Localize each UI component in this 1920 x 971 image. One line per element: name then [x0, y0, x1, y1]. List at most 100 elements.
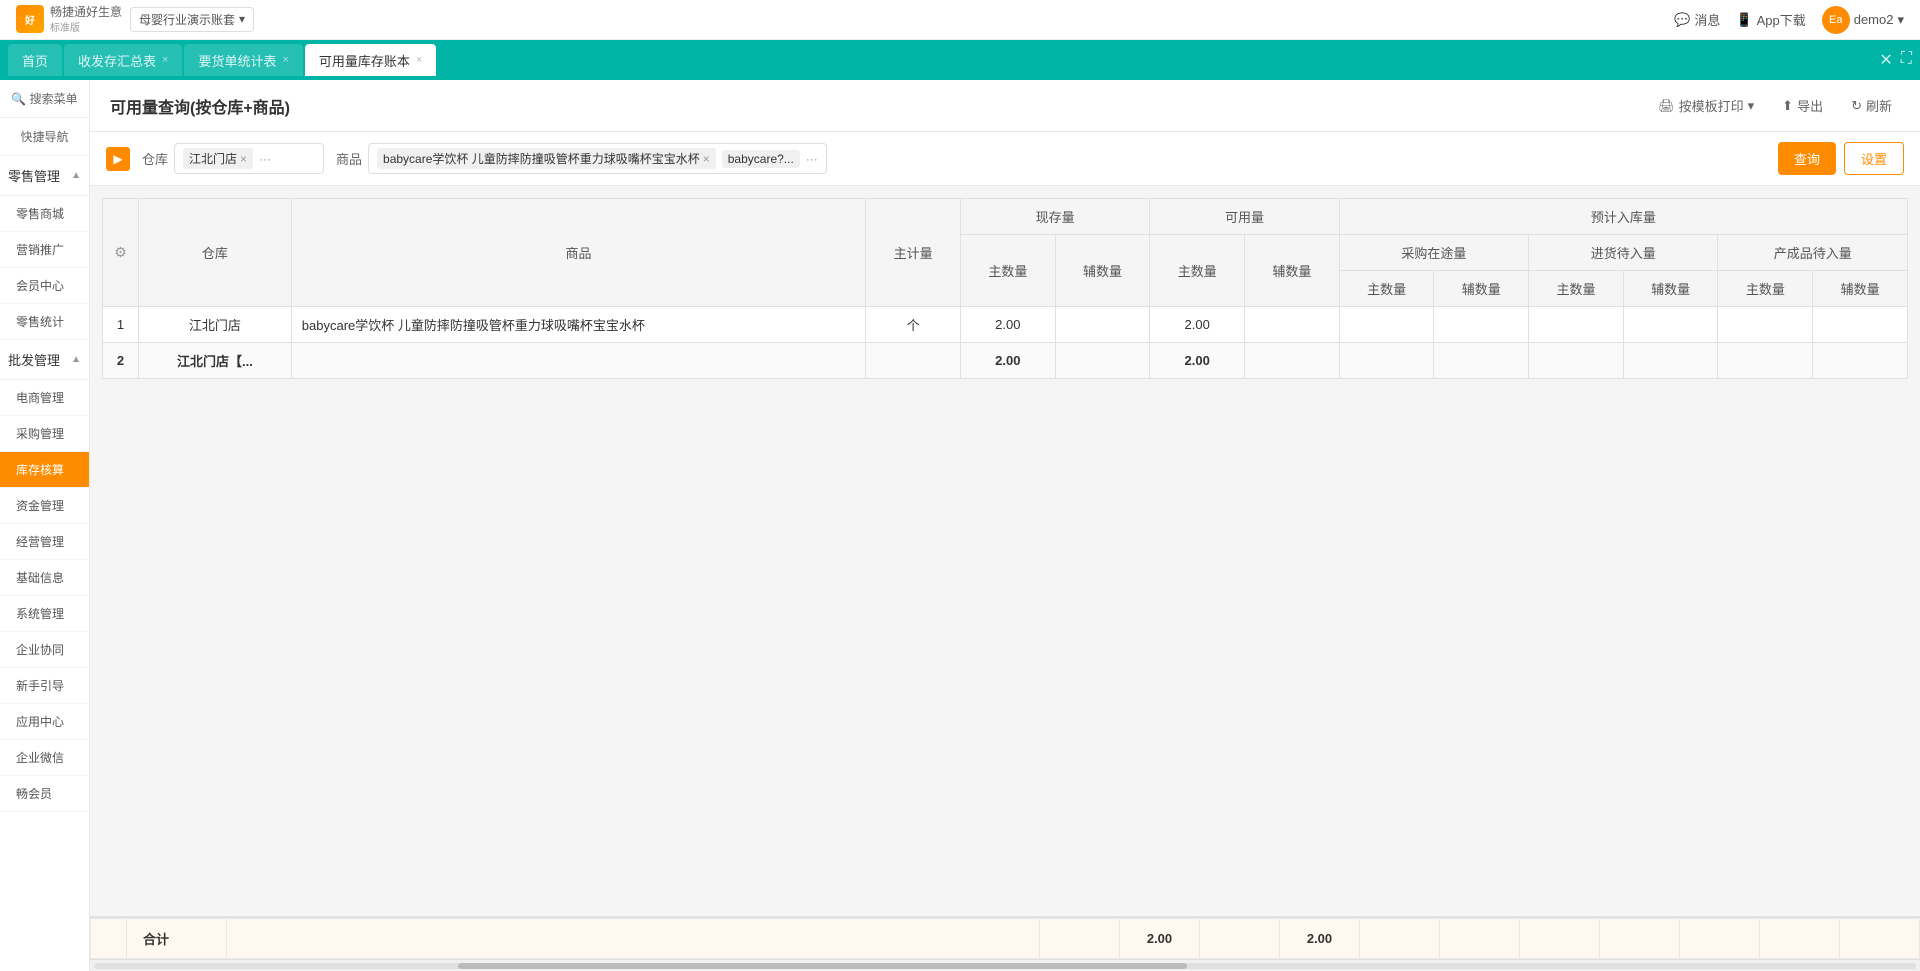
- main-layout: 🔍 搜索菜单 快捷导航 零售管理 ▲ 零售商城 营销推广 会员中心 零售统计 批…: [0, 80, 1920, 971]
- settings-btn[interactable]: 设置: [1844, 142, 1904, 175]
- th-forecast-group: 预计入库量: [1339, 199, 1907, 235]
- product-tag-2: babycare?...: [722, 150, 800, 168]
- product-input[interactable]: babycare学饮杯 儿童防摔防撞吸管杯重力球吸嘴杯宝宝水杯 × babyca…: [368, 143, 827, 174]
- sidebar-item-inventory[interactable]: 库存核算: [0, 452, 89, 488]
- close-icon[interactable]: ×: [162, 54, 168, 66]
- close-icon[interactable]: ×: [282, 54, 288, 66]
- user-menu[interactable]: Ea demo2 ▾: [1822, 6, 1904, 34]
- footer-cell-empty10: [1760, 919, 1840, 959]
- refresh-btn[interactable]: ↻ 刷新: [1843, 92, 1900, 119]
- footer-table: 合计 2.00 2.00: [90, 918, 1920, 959]
- sidebar-section-wholesale-header[interactable]: 批发管理 ▲: [0, 340, 89, 380]
- sidebar-section-wholesale-label: 批发管理: [8, 350, 60, 369]
- th-inc-main: 主数量: [1529, 271, 1624, 307]
- th-available-group: 可用量: [1150, 199, 1339, 235]
- sidebar-item-ecommerce[interactable]: 电商管理: [0, 380, 89, 416]
- sidebar-item-operations[interactable]: 经营管理: [0, 524, 89, 560]
- tab-available-label: 可用量库存账本: [319, 51, 410, 70]
- cell-inc-aux: [1623, 307, 1718, 343]
- sidebar-item-basic-info[interactable]: 基础信息: [0, 560, 89, 596]
- product1-remove-btn[interactable]: ×: [703, 152, 710, 166]
- warehouse-remove-btn[interactable]: ×: [240, 152, 247, 166]
- footer-cell-empty2: [227, 919, 1040, 959]
- th-warehouse: 仓库: [139, 199, 292, 307]
- sidebar-item-finance[interactable]: 资金管理: [0, 488, 89, 524]
- cell-product: babycare学饮杯 儿童防摔防撞吸管杯重力球吸嘴杯宝宝水杯: [291, 307, 866, 343]
- sidebar-section-retail-header[interactable]: 零售管理 ▲: [0, 156, 89, 196]
- cell-proc-main: [1339, 307, 1434, 343]
- industry-select[interactable]: 母婴行业演示账套 ▾: [130, 7, 254, 32]
- filter-expand-btn[interactable]: ▶: [106, 147, 130, 171]
- table-footer: 合计 2.00 2.00: [90, 916, 1920, 959]
- cell-product: [291, 343, 866, 379]
- tab-home[interactable]: 首页: [8, 44, 62, 76]
- footer-stock-total: 2.00: [1120, 919, 1200, 959]
- warehouse-label: 仓库: [142, 149, 168, 168]
- footer-cell-empty7: [1520, 919, 1600, 959]
- logo-text: 畅捷通好生意: [50, 5, 122, 19]
- product-more[interactable]: ···: [806, 152, 818, 166]
- close-icon[interactable]: ×: [416, 54, 422, 66]
- th-prod-main: 主数量: [1718, 271, 1813, 307]
- sidebar-item-system[interactable]: 系统管理: [0, 596, 89, 632]
- sidebar-item-members[interactable]: 会员中心: [0, 268, 89, 304]
- nav-tabs: 首页 收发存汇总表 × 要货单统计表 × 可用量库存账本 × ✕ ⛶: [0, 40, 1920, 80]
- chevron-down-icon: ▾: [1897, 12, 1904, 28]
- close-window-icon[interactable]: ✕: [1879, 50, 1892, 70]
- th-incoming-group: 进货待入量: [1529, 235, 1718, 271]
- page-title: 可用量查询(按仓库+商品): [110, 94, 290, 118]
- cell-stock-aux: [1055, 343, 1150, 379]
- cell-avail-main: 2.00: [1150, 343, 1245, 379]
- print-btn[interactable]: 🖨 按模板打印 ▾: [1650, 92, 1762, 119]
- footer-cell-empty9: [1680, 919, 1760, 959]
- cell-prod-main: [1718, 343, 1813, 379]
- sidebar-item-retail-stats[interactable]: 零售统计: [0, 304, 89, 340]
- cell-avail-aux: [1245, 343, 1340, 379]
- refresh-icon: ↻: [1851, 98, 1862, 114]
- logo-text-block: 畅捷通好生意 标准版: [50, 5, 122, 34]
- message-icon: 💬: [1674, 12, 1690, 28]
- cell-stock-aux: [1055, 307, 1150, 343]
- warehouse-tag: 江北门店 ×: [183, 148, 253, 169]
- sidebar-item-purchase[interactable]: 采购管理: [0, 416, 89, 452]
- content-area: 可用量查询(按仓库+商品) 🖨 按模板打印 ▾ ⬆ 导出 ↻ 刷新 ▶: [90, 80, 1920, 971]
- sidebar-item-vip[interactable]: 畅会员: [0, 776, 89, 812]
- logo-icon: 好: [16, 5, 44, 33]
- message-label: 消息: [1694, 10, 1720, 29]
- sidebar-item-app-center[interactable]: 应用中心: [0, 704, 89, 740]
- tab-receive-label: 收发存汇总表: [78, 51, 156, 70]
- sidebar: 🔍 搜索菜单 快捷导航 零售管理 ▲ 零售商城 营销推广 会员中心 零售统计 批…: [0, 80, 90, 971]
- logo-sub: 标准版: [50, 19, 122, 34]
- filter-warehouse: 仓库 江北门店 × ···: [142, 143, 324, 174]
- footer-cell-empty5: [1360, 919, 1440, 959]
- refresh-label: 刷新: [1866, 96, 1892, 115]
- tab-order-stats[interactable]: 要货单统计表 ×: [184, 44, 302, 76]
- query-btn[interactable]: 查询: [1778, 142, 1836, 175]
- cell-unit: 个: [866, 307, 961, 343]
- sidebar-item-wechat[interactable]: 企业微信: [0, 740, 89, 776]
- th-avail-aux: 辅数量: [1245, 235, 1340, 307]
- chevron-icon: ▲: [71, 170, 81, 181]
- cell-unit: [866, 343, 961, 379]
- th-proc-aux: 辅数量: [1434, 271, 1529, 307]
- message-btn[interactable]: 💬 消息: [1674, 10, 1720, 29]
- tab-available-inventory[interactable]: 可用量库存账本 ×: [305, 44, 436, 76]
- export-btn[interactable]: ⬆ 导出: [1774, 92, 1831, 119]
- warehouse-more[interactable]: ···: [259, 152, 271, 166]
- sidebar-search[interactable]: 🔍 搜索菜单: [0, 80, 89, 118]
- th-procurement-group: 采购在途量: [1339, 235, 1528, 271]
- maximize-window-icon[interactable]: ⛶: [1901, 50, 1912, 70]
- sidebar-item-online-store[interactable]: 零售商城: [0, 196, 89, 232]
- sidebar-item-enterprise[interactable]: 企业协同: [0, 632, 89, 668]
- sidebar-item-marketing[interactable]: 营销推广: [0, 232, 89, 268]
- data-table: ⚙ 仓库 商品 主计量 现存量: [102, 198, 1908, 379]
- sidebar-item-quick-nav[interactable]: 快捷导航: [0, 118, 89, 156]
- sidebar-item-new-guide[interactable]: 新手引导: [0, 668, 89, 704]
- th-main-unit: 主计量: [866, 199, 961, 307]
- tab-receive-summary[interactable]: 收发存汇总表 ×: [64, 44, 182, 76]
- settings-icon[interactable]: ⚙: [114, 244, 127, 260]
- bottom-scrollbar[interactable]: [90, 959, 1920, 971]
- th-settings[interactable]: ⚙: [103, 199, 139, 307]
- warehouse-input[interactable]: 江北门店 × ···: [174, 143, 324, 174]
- app-download-btn[interactable]: 📱 App下载: [1736, 10, 1805, 29]
